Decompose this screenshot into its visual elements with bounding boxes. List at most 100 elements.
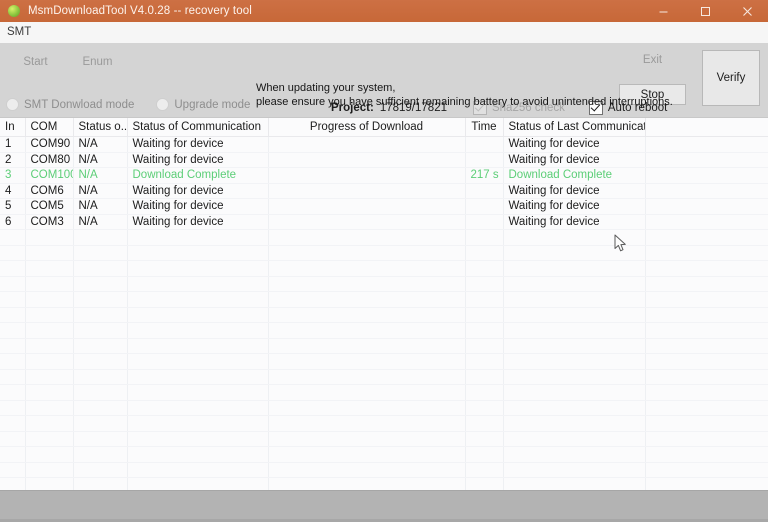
start-button[interactable]: Start	[8, 51, 63, 72]
exit-button[interactable]: Exit	[625, 49, 680, 70]
table-row-empty	[0, 415, 768, 432]
radio-upgrade-mode[interactable]: Upgrade mode	[156, 98, 250, 111]
column-header-time[interactable]: Time	[465, 118, 504, 137]
cell-last-comm: Waiting for device	[503, 136, 646, 153]
battery-warning-text: When updating your system, please ensure…	[256, 81, 673, 109]
radio-dot-upgrade	[156, 98, 170, 111]
cell-last-comm: Waiting for device	[503, 152, 646, 168]
cell-status-comm: Waiting for device	[127, 152, 269, 168]
table-row[interactable]: 4 COM6 N/A Waiting for device Waiting fo…	[0, 183, 768, 199]
cell-status-comm: Download Complete	[127, 167, 269, 184]
cell-progress	[268, 183, 466, 199]
cell-progress	[268, 167, 466, 184]
cell-com: COM100	[25, 167, 74, 184]
cell-spacer	[645, 152, 768, 168]
table-row[interactable]: 6 COM3 N/A Waiting for device Waiting fo…	[0, 214, 768, 230]
maximize-icon[interactable]	[684, 0, 726, 22]
menu-item-smt[interactable]: SMT	[0, 22, 38, 43]
cell-status-o: N/A	[73, 167, 128, 184]
column-header-status-comm[interactable]: Status of Communication	[127, 118, 269, 137]
verify-button[interactable]: Verify	[702, 50, 760, 106]
table-row-empty	[0, 353, 768, 370]
cell-com: COM80	[25, 152, 74, 168]
battery-warning-line1: When updating your system,	[256, 82, 396, 94]
table-row-empty	[0, 369, 768, 385]
cell-spacer	[645, 167, 768, 184]
cell-spacer	[645, 136, 768, 153]
mode-radio-group: SMT Donwload mode Upgrade mode	[6, 98, 272, 111]
table-row-empty	[0, 307, 768, 323]
cell-index: 5	[0, 198, 26, 215]
table-row[interactable]: 5 COM5 N/A Waiting for device Waiting fo…	[0, 198, 768, 215]
table-row-empty	[0, 338, 768, 354]
cell-last-comm: Waiting for device	[503, 214, 646, 230]
app-icon	[7, 4, 21, 18]
column-header-last-comm[interactable]: Status of Last Communication	[503, 118, 646, 137]
cell-time	[465, 198, 504, 215]
cell-status-comm: Waiting for device	[127, 183, 269, 199]
cell-index: 4	[0, 183, 26, 199]
table-row[interactable]: 2 COM80 N/A Waiting for device Waiting f…	[0, 152, 768, 168]
column-header-in[interactable]: In	[0, 118, 26, 137]
cell-com: COM6	[25, 183, 74, 199]
table-row[interactable]: 1 COM90 N/A Waiting for device Waiting f…	[0, 136, 768, 153]
msm-download-tool-window: MsmDownloadTool V4.0.28 -- recovery tool…	[0, 0, 768, 522]
cell-last-comm: Download Complete	[503, 167, 646, 184]
table-header-row: In COM Status o... Status of Communicati…	[0, 118, 768, 137]
column-header-com[interactable]: COM	[25, 118, 74, 137]
table-row-empty	[0, 260, 768, 277]
device-table-container[interactable]: In COM Status o... Status of Communicati…	[0, 117, 768, 491]
table-row-empty	[0, 400, 768, 416]
cell-time: 217 s	[465, 167, 504, 184]
cell-status-comm: Waiting for device	[127, 214, 269, 230]
device-table-header: In COM Status o... Status of Communicati…	[0, 118, 768, 137]
close-icon[interactable]	[726, 0, 768, 22]
cell-status-comm: Waiting for device	[127, 136, 269, 153]
table-row-empty	[0, 462, 768, 478]
cell-spacer	[645, 183, 768, 199]
table-row-empty	[0, 446, 768, 463]
column-header-spacer	[645, 118, 768, 137]
radio-smt-download-mode[interactable]: SMT Donwload mode	[6, 98, 134, 111]
cell-last-comm: Waiting for device	[503, 198, 646, 215]
cell-time	[465, 183, 504, 199]
toolbar-panel: Start Enum Exit Stop Verify Project: 178…	[0, 43, 768, 117]
cell-com: COM5	[25, 198, 74, 215]
title-bar: MsmDownloadTool V4.0.28 -- recovery tool	[0, 0, 768, 22]
cell-status-o: N/A	[73, 198, 128, 215]
column-header-status-o[interactable]: Status o...	[73, 118, 128, 137]
cell-com: COM3	[25, 214, 74, 230]
cell-time	[465, 136, 504, 153]
cell-time	[465, 214, 504, 230]
cell-status-o: N/A	[73, 214, 128, 230]
window-title: MsmDownloadTool V4.0.28 -- recovery tool	[28, 5, 252, 17]
cell-index: 1	[0, 136, 26, 153]
cell-index: 3	[0, 167, 26, 184]
table-row-empty	[0, 229, 768, 246]
cell-index: 2	[0, 152, 26, 168]
cell-last-comm: Waiting for device	[503, 183, 646, 199]
cell-progress	[268, 198, 466, 215]
device-table-body: 1 COM90 N/A Waiting for device Waiting f…	[0, 136, 768, 491]
cell-status-o: N/A	[73, 183, 128, 199]
cell-progress	[268, 152, 466, 168]
table-row[interactable]: 3 COM100 N/A Download Complete 217 s Dow…	[0, 167, 768, 184]
radio-dot-smt	[6, 98, 19, 111]
column-header-progress[interactable]: Progress of Download	[268, 118, 466, 137]
cell-spacer	[645, 214, 768, 230]
radio-label-upgrade: Upgrade mode	[174, 98, 251, 111]
radio-label-smt: SMT Donwload mode	[24, 98, 135, 111]
table-row-empty	[0, 276, 768, 292]
cell-spacer	[645, 198, 768, 215]
table-row-empty	[0, 477, 768, 491]
table-row-empty	[0, 431, 768, 447]
window-controls	[642, 0, 768, 22]
minimize-icon[interactable]	[642, 0, 684, 22]
enum-button[interactable]: Enum	[70, 51, 125, 72]
cell-time	[465, 152, 504, 168]
cell-index: 6	[0, 214, 26, 230]
table-row-empty	[0, 245, 768, 261]
cell-status-comm: Waiting for device	[127, 198, 269, 215]
cell-progress	[268, 136, 466, 153]
status-bar	[0, 490, 768, 522]
